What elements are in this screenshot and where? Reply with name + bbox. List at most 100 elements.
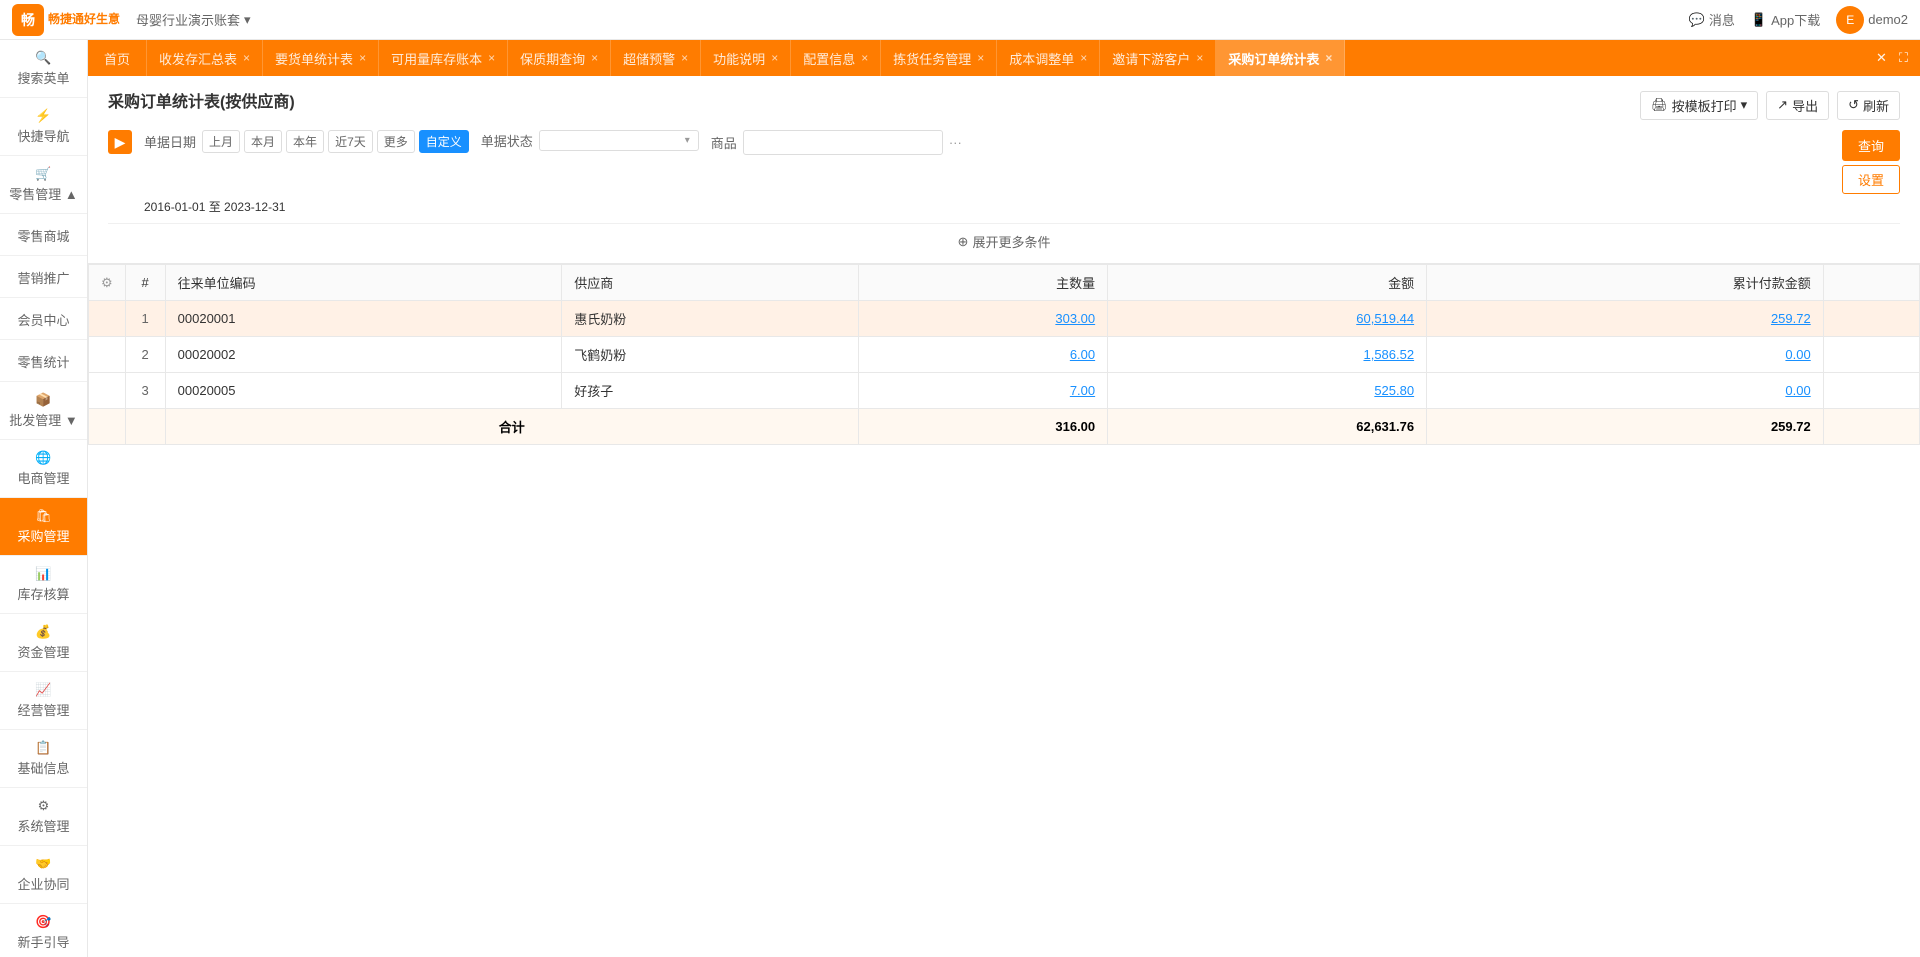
col-code-header: 往来单位编码: [165, 265, 562, 301]
row-num-cell: 3: [125, 373, 165, 409]
sidebar-item-operation-manage[interactable]: 📈 经营管理: [0, 672, 87, 730]
sidebar-item-retail-shop[interactable]: 零售商城: [0, 214, 87, 256]
row-extra-cell: [1823, 301, 1919, 337]
user-profile[interactable]: E demo2: [1836, 6, 1908, 34]
tab-overstock-warning[interactable]: 超储预警 ×: [611, 40, 701, 76]
sidebar-item-retail-stats[interactable]: 零售统计: [0, 340, 87, 382]
footer-label-cell: 合计: [165, 409, 858, 445]
sidebar-item-system-manage[interactable]: ⚙ 系统管理: [0, 788, 87, 846]
sidebar-item-batch-manage[interactable]: 📦 批发管理 ▼: [0, 382, 87, 440]
refresh-button[interactable]: ↺ 刷新: [1837, 91, 1900, 120]
sidebar-item-label: 经营管理: [4, 700, 83, 719]
tab-collect-pay[interactable]: 收发存汇总表 ×: [147, 40, 263, 76]
tab-purchase-stats[interactable]: 采购订单统计表 ×: [1216, 40, 1345, 76]
paid-link[interactable]: 0.00: [1785, 383, 1810, 398]
table-area: ⚙ # 往来单位编码 供应商 主数量 金额 累计付款金额: [88, 264, 1920, 957]
page-title-row: 采购订单统计表(按供应商) 🖨 按模板打印 ▾ ↗ 导出 ↺: [108, 88, 1900, 122]
tab-close-icon[interactable]: ×: [1080, 51, 1087, 65]
tab-close-icon[interactable]: ×: [1196, 51, 1203, 65]
tab-quality-check[interactable]: 保质期查询 ×: [508, 40, 611, 76]
tab-close-icon[interactable]: ×: [977, 51, 984, 65]
operation-icon: 📈: [4, 682, 83, 698]
retail-manage-icon: 🛒: [4, 166, 83, 182]
message-button[interactable]: 💬 消息: [1689, 10, 1735, 29]
app-download-button[interactable]: 📱 App下载: [1751, 10, 1820, 29]
date-btn-last-month[interactable]: 上月: [202, 130, 240, 153]
maximize-tab-btn[interactable]: ⛶: [1895, 48, 1912, 68]
tab-close-icon[interactable]: ×: [359, 51, 366, 65]
status-select[interactable]: ▾: [539, 130, 699, 151]
sidebar-item-label: 系统管理: [4, 816, 83, 835]
filter-toggle-button[interactable]: ▶: [108, 130, 132, 154]
date-btn-this-month[interactable]: 本月: [244, 130, 282, 153]
expand-icon: ⊕: [958, 234, 969, 250]
tab-close-icon[interactable]: ×: [771, 51, 778, 65]
sidebar-item-label: 基础信息: [4, 758, 83, 777]
table-row: 3 00020005 好孩子 7.00 525.80 0.00: [89, 373, 1920, 409]
date-btn-custom[interactable]: 自定义: [419, 130, 469, 153]
tab-close-icon[interactable]: ×: [1325, 51, 1332, 65]
tab-close-icon[interactable]: ×: [243, 51, 250, 65]
row-setting-cell: [89, 337, 126, 373]
close-tab-btn[interactable]: ✕: [1872, 48, 1891, 68]
sidebar-item-enterprise-coop[interactable]: 🤝 企业协同: [0, 846, 87, 904]
qty-link[interactable]: 303.00: [1055, 311, 1095, 326]
sidebar-item-marketing[interactable]: 营销推广: [0, 256, 87, 298]
sidebar-item-purchase-manage[interactable]: 🛍 采购管理: [0, 498, 87, 556]
date-btn-more[interactable]: 更多: [377, 130, 415, 153]
paid-link[interactable]: 259.72: [1771, 311, 1811, 326]
date-btn-7days[interactable]: 近7天: [328, 130, 373, 153]
tab-invite-customer[interactable]: 邀请下游客户 ×: [1100, 40, 1216, 76]
sidebar-item-quick-nav[interactable]: ⚡ 快捷导航: [0, 98, 87, 156]
tab-available-stock[interactable]: 可用量库存账本 ×: [379, 40, 508, 76]
tab-close-icon[interactable]: ×: [681, 51, 688, 65]
date-btn-this-year[interactable]: 本年: [286, 130, 324, 153]
home-tab-label: 首页: [104, 49, 130, 68]
expand-more-button[interactable]: ⊕ 展开更多条件: [950, 228, 1059, 255]
tab-function-desc[interactable]: 功能说明 ×: [701, 40, 791, 76]
more-options-icon[interactable]: ···: [949, 135, 962, 150]
amount-link[interactable]: 1,586.52: [1363, 347, 1414, 362]
sidebar-item-label: 电商管理: [4, 468, 83, 487]
export-button[interactable]: ↗ 导出: [1766, 91, 1829, 120]
amount-link[interactable]: 60,519.44: [1356, 311, 1414, 326]
download-icon: 📱: [1751, 12, 1767, 28]
footer-row: 合计 316.00 62,631.76 259.72: [89, 409, 1920, 445]
sidebar-item-search[interactable]: 🔍 搜索英单: [0, 40, 87, 98]
sidebar-item-retail-manage[interactable]: 🛒 零售管理 ▲: [0, 156, 87, 214]
sidebar-item-label: 会员中心: [4, 310, 83, 329]
main-layout: 🔍 搜索英单 ⚡ 快捷导航 🛒 零售管理 ▲ 零售商城 营销推广 会员中心 零售…: [0, 40, 1920, 957]
product-input[interactable]: [743, 130, 943, 155]
sidebar-item-fund-manage[interactable]: 💰 资金管理: [0, 614, 87, 672]
qty-link[interactable]: 7.00: [1070, 383, 1095, 398]
sidebar-item-member-center[interactable]: 会员中心: [0, 298, 87, 340]
tab-cost-adjust[interactable]: 成本调整单 ×: [997, 40, 1100, 76]
tab-close-icon[interactable]: ×: [861, 51, 868, 65]
amount-link[interactable]: 525.80: [1374, 383, 1414, 398]
sidebar-item-stock-check[interactable]: 📊 库存核算: [0, 556, 87, 614]
tab-pick-task[interactable]: 拣货任务管理 ×: [881, 40, 997, 76]
sidebar-item-label: 零售商城: [4, 226, 83, 245]
logo-area: 畅 畅捷通好生意: [12, 4, 120, 36]
qty-link[interactable]: 6.00: [1070, 347, 1095, 362]
status-filter: 单据状态 ▾: [481, 130, 699, 151]
tab-config-info[interactable]: 配置信息 ×: [791, 40, 881, 76]
basic-info-icon: 📋: [4, 740, 83, 756]
filter-body: 单据日期 上月 本月 本年 近7天 更多 自定义: [144, 130, 1900, 215]
footer-qty-cell: 316.00: [858, 409, 1107, 445]
tab-order-stats[interactable]: 要货单统计表 ×: [263, 40, 379, 76]
tab-close-icon[interactable]: ×: [488, 51, 495, 65]
sidebar-item-basic-info[interactable]: 📋 基础信息: [0, 730, 87, 788]
settings-button[interactable]: 设置: [1842, 165, 1900, 194]
paid-link[interactable]: 0.00: [1785, 347, 1810, 362]
query-button[interactable]: 查询: [1842, 130, 1900, 161]
tab-home[interactable]: 首页: [88, 40, 147, 76]
print-button[interactable]: 🖨 按模板打印 ▾: [1640, 91, 1758, 120]
workspace-selector[interactable]: 母婴行业演示账套 ▾: [128, 6, 259, 33]
data-table: ⚙ # 往来单位编码 供应商 主数量 金额 累计付款金额: [88, 264, 1920, 445]
page-title: 采购订单统计表(按供应商): [108, 88, 295, 112]
tab-close-icon[interactable]: ×: [591, 51, 598, 65]
sidebar-item-ecommerce[interactable]: 🌐 电商管理: [0, 440, 87, 498]
col-setting-header[interactable]: ⚙: [89, 265, 126, 301]
sidebar-item-new-guide[interactable]: 🎯 新手引导: [0, 904, 87, 957]
